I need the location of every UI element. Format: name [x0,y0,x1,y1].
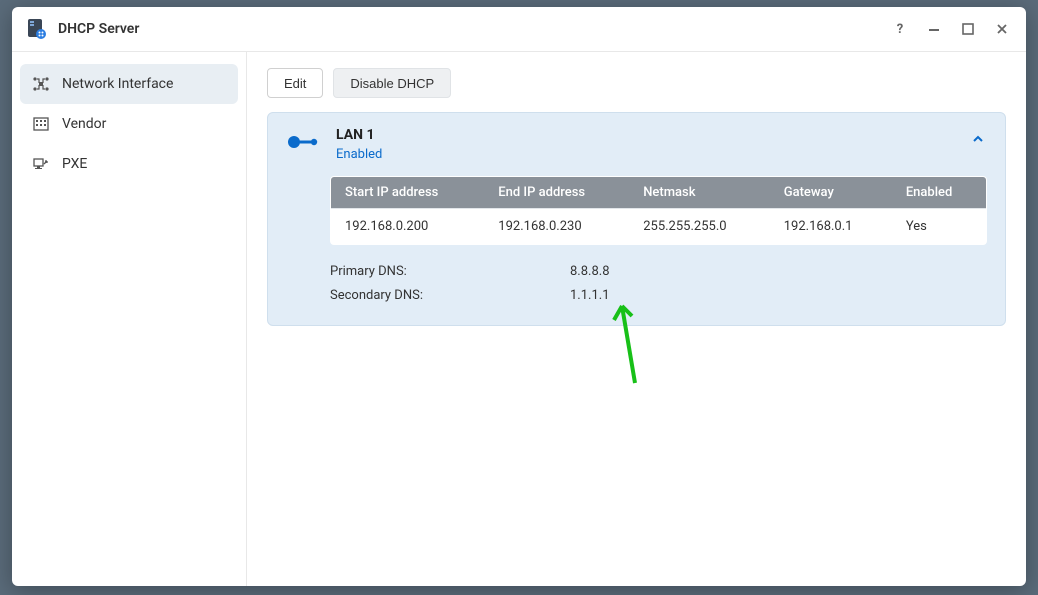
sidebar-item-label: PXE [62,156,87,172]
secondary-dns-label: Secondary DNS: [330,288,570,303]
vendor-icon [32,115,50,133]
secondary-dns-value: 1.1.1.1 [570,288,610,303]
pxe-icon [32,155,50,173]
col-enabled: Enabled [892,177,987,209]
table-row[interactable]: 192.168.0.200 192.168.0.230 255.255.255.… [331,209,987,245]
help-icon[interactable]: ? [890,19,910,39]
secondary-dns-row: Secondary DNS: 1.1.1.1 [330,283,987,307]
table-header-row: Start IP address End IP address Netmask … [331,177,987,209]
sidebar-item-pxe[interactable]: PXE [20,144,238,184]
minimize-icon[interactable] [924,19,944,39]
close-icon[interactable] [992,19,1012,39]
dns-info: Primary DNS: 8.8.8.8 Secondary DNS: 1.1.… [330,259,987,307]
main-panel: Edit Disable DHCP LAN 1 Enabled [247,52,1026,586]
body: Network Interface Vendor PXE Edit Disabl… [12,52,1026,586]
chevron-up-icon[interactable] [971,131,985,150]
sidebar-item-label: Vendor [62,116,106,132]
cell-gateway: 192.168.0.1 [770,209,892,245]
app-title: DHCP Server [58,21,890,37]
dhcp-range-table: Start IP address End IP address Netmask … [330,176,987,245]
titlebar: DHCP Server ? [12,7,1026,52]
col-netmask: Netmask [629,177,770,209]
disable-dhcp-button[interactable]: Disable DHCP [333,68,451,98]
interface-status: Enabled [336,147,382,162]
primary-dns-value: 8.8.8.8 [570,264,610,279]
edit-button[interactable]: Edit [267,68,323,98]
cell-end-ip: 192.168.0.230 [484,209,629,245]
maximize-icon[interactable] [958,19,978,39]
interface-card[interactable]: LAN 1 Enabled Start IP address End IP ad… [267,112,1006,326]
app-icon [26,18,48,40]
col-start-ip: Start IP address [331,177,485,209]
sidebar-item-network-interface[interactable]: Network Interface [20,64,238,104]
sidebar: Network Interface Vendor PXE [12,52,247,586]
interface-info: LAN 1 Enabled [336,127,382,162]
window-controls: ? [890,19,1012,39]
cell-enabled: Yes [892,209,987,245]
toolbar: Edit Disable DHCP [267,68,1006,98]
interface-name: LAN 1 [336,127,382,143]
network-icon [32,75,50,93]
primary-dns-label: Primary DNS: [330,264,570,279]
svg-text:?: ? [897,22,903,36]
col-end-ip: End IP address [484,177,629,209]
card-header: LAN 1 Enabled [286,127,987,162]
lan-connected-icon [286,133,320,155]
col-gateway: Gateway [770,177,892,209]
cell-netmask: 255.255.255.0 [629,209,770,245]
cell-start-ip: 192.168.0.200 [331,209,485,245]
sidebar-item-vendor[interactable]: Vendor [20,104,238,144]
sidebar-item-label: Network Interface [62,76,173,92]
app-window: DHCP Server ? Network Interface [12,7,1026,586]
primary-dns-row: Primary DNS: 8.8.8.8 [330,259,987,283]
